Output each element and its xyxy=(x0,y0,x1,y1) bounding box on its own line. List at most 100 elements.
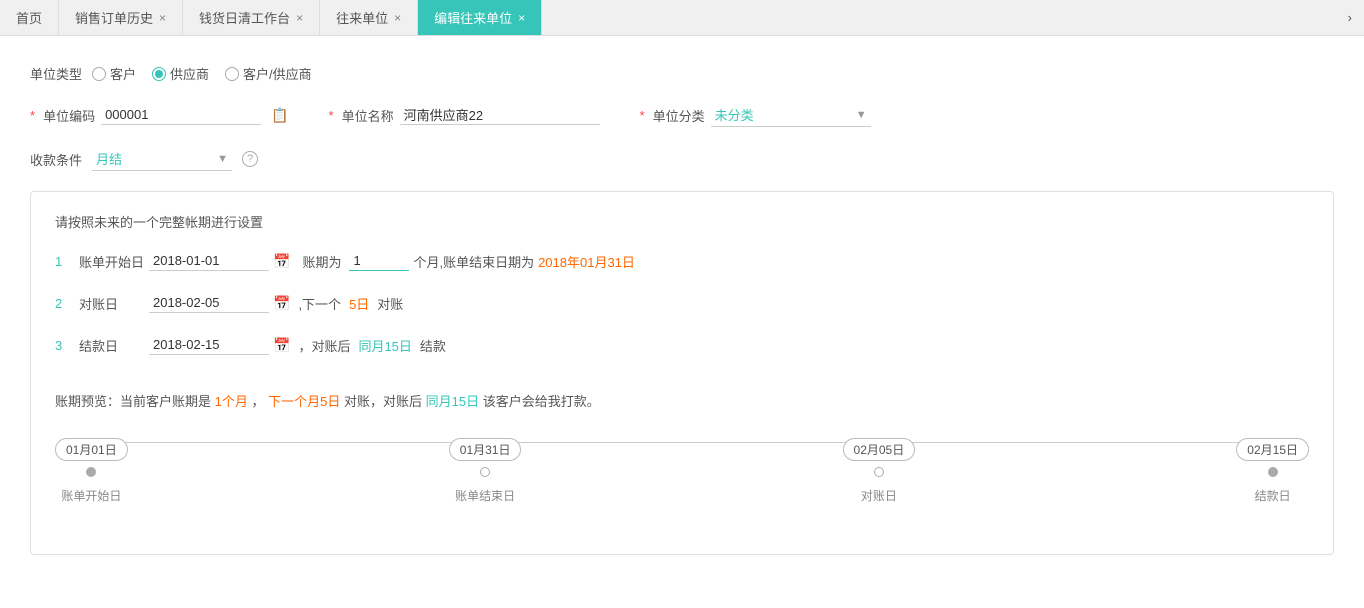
radio-both[interactable]: 客户/供应商 xyxy=(225,64,312,83)
radio-supplier[interactable]: 供应商 xyxy=(152,64,209,83)
period-date-3[interactable] xyxy=(149,335,269,355)
radio-both-circle xyxy=(225,67,239,81)
payment-terms-row: 收款条件 月结 ▼ ? xyxy=(30,147,1334,171)
radio-customer[interactable]: 客户 xyxy=(92,64,136,83)
timeline-badge-1: 01月31日 xyxy=(449,438,522,461)
tab-cashflow-label: 钱货日清工作台 xyxy=(199,8,290,27)
payment-terms-label: 收款条件 xyxy=(30,150,82,169)
period-cal-3[interactable]: 📅 xyxy=(273,337,290,354)
tab-edit-partner-close[interactable]: × xyxy=(518,11,525,25)
radio-supplier-circle xyxy=(152,67,166,81)
timeline-label-3: 结款日 xyxy=(1255,487,1291,504)
timeline-point-0: 01月01日 账单开始日 xyxy=(55,438,128,504)
unit-category-label: 单位分类 xyxy=(653,106,705,125)
unit-category-group: * 单位分类 未分类 ▼ xyxy=(640,103,871,127)
tab-more-button[interactable]: › xyxy=(1336,0,1364,35)
unit-name-input[interactable] xyxy=(400,105,600,125)
period-label-1: 账单开始日 xyxy=(79,252,149,271)
timeline-badge-3: 02月15日 xyxy=(1236,438,1309,461)
tab-sales-history[interactable]: 销售订单历史 × xyxy=(59,0,183,35)
period-suffix-after-1: 个月,账单结束日期为 xyxy=(413,252,534,271)
timeline-badge-0: 01月01日 xyxy=(55,438,128,461)
unit-code-required: * xyxy=(30,108,35,123)
main-content: 单位类型 客户 供应商 客户/供应商 * 单位编码 📋 * 单位名称 xyxy=(0,36,1364,608)
unit-category-dropdown[interactable]: 未分类 ▼ xyxy=(711,103,871,127)
period-months-input[interactable] xyxy=(349,251,409,271)
period-desc-prefix-2: ,下一个 xyxy=(298,294,341,313)
radio-both-label: 客户/供应商 xyxy=(243,64,312,83)
radio-customer-label: 客户 xyxy=(110,64,136,83)
preview-part3: 同月15日 xyxy=(426,394,479,409)
unit-category-arrow: ▼ xyxy=(856,109,867,121)
tab-sales-history-label: 销售订单历史 xyxy=(75,8,153,27)
period-cal-2[interactable]: 📅 xyxy=(273,295,290,312)
period-num-1: 1 xyxy=(55,254,79,269)
tab-partners-close[interactable]: × xyxy=(394,11,401,25)
timeline: 01月01日 账单开始日 01月31日 账单结束日 02月05日 对账日 02月… xyxy=(55,428,1309,534)
payment-terms-help[interactable]: ? xyxy=(242,151,258,167)
unit-category-value: 未分类 xyxy=(715,105,852,124)
timeline-point-2: 02月05日 对账日 xyxy=(843,438,916,504)
tab-edit-partner[interactable]: 编辑往来单位 × xyxy=(418,0,542,35)
tab-home-label: 首页 xyxy=(16,8,42,27)
tab-sales-history-close[interactable]: × xyxy=(159,11,166,25)
unit-code-input[interactable] xyxy=(101,105,261,125)
unit-type-label: 单位类型 xyxy=(30,64,82,83)
period-label-3: 结款日 xyxy=(79,336,149,355)
period-num-3: 3 xyxy=(55,338,79,353)
timeline-dot-3 xyxy=(1268,467,1278,477)
period-date-1[interactable] xyxy=(149,251,269,271)
unit-type-radio-group: 客户 供应商 客户/供应商 xyxy=(92,64,312,83)
tab-cashflow[interactable]: 钱货日清工作台 × xyxy=(183,0,320,35)
preview-prefix: 账期预览：当前客户账期是 xyxy=(55,394,211,409)
payment-terms-arrow: ▼ xyxy=(217,153,228,165)
preview-middle: 对账，对账后 xyxy=(344,394,422,409)
unit-name-label: 单位名称 xyxy=(342,106,394,125)
preview-part2: 下一个月5日 xyxy=(268,394,340,409)
timeline-point-3: 02月15日 结款日 xyxy=(1236,438,1309,504)
period-desc-prefix-3: ，对账后 xyxy=(298,336,350,355)
period-box: 请按照未来的一个完整帐期进行设置 1 账单开始日 📅 账期为 个月,账单结束日期… xyxy=(30,191,1334,555)
timeline-dot-1 xyxy=(480,467,490,477)
preview-comma1: ， xyxy=(252,394,265,409)
chevron-right-icon: › xyxy=(1348,10,1352,25)
period-date-2[interactable] xyxy=(149,293,269,313)
period-suffix-before-1: 账期为 xyxy=(302,252,341,271)
preview-part1: 1个月 xyxy=(215,394,248,409)
timeline-label-1: 账单结束日 xyxy=(455,487,515,504)
unit-name-required: * xyxy=(329,108,334,123)
period-label-2: 对账日 xyxy=(79,294,149,313)
radio-supplier-label: 供应商 xyxy=(170,64,209,83)
tab-home[interactable]: 首页 xyxy=(0,0,59,35)
timeline-label-2: 对账日 xyxy=(861,487,897,504)
payment-terms-value: 月结 xyxy=(96,149,213,168)
unit-fields-row: * 单位编码 📋 * 单位名称 * 单位分类 未分类 ▼ xyxy=(30,103,1334,127)
timeline-points: 01月01日 账单开始日 01月31日 账单结束日 02月05日 对账日 02月… xyxy=(55,438,1309,504)
period-row-1: 1 账单开始日 📅 账期为 个月,账单结束日期为 2018年01月31日 xyxy=(55,251,1309,271)
period-desc-highlight-2: 5日 xyxy=(349,294,369,313)
tab-partners[interactable]: 往来单位 × xyxy=(320,0,418,35)
payment-terms-dropdown[interactable]: 月结 ▼ xyxy=(92,147,232,171)
period-row-2: 2 对账日 📅 ,下一个 5日 对账 xyxy=(55,293,1309,313)
tab-edit-partner-label: 编辑往来单位 xyxy=(434,8,512,27)
period-num-2: 2 xyxy=(55,296,79,311)
unit-code-group: * 单位编码 📋 xyxy=(30,105,289,125)
timeline-dot-2 xyxy=(874,467,884,477)
unit-type-row: 单位类型 客户 供应商 客户/供应商 xyxy=(30,64,1334,83)
unit-code-icon[interactable]: 📋 xyxy=(271,107,288,124)
tab-partners-label: 往来单位 xyxy=(336,8,388,27)
period-highlight-date-1: 2018年01月31日 xyxy=(538,252,635,271)
period-cal-1[interactable]: 📅 xyxy=(273,253,290,270)
preview-text: 账期预览：当前客户账期是 1个月 ， 下一个月5日 对账，对账后 同月15日 该… xyxy=(55,377,1309,428)
timeline-point-1: 01月31日 账单结束日 xyxy=(449,438,522,504)
timeline-label-0: 账单开始日 xyxy=(61,487,121,504)
period-desc-suffix-2: 对账 xyxy=(377,294,403,313)
timeline-dot-0 xyxy=(86,467,96,477)
unit-category-required: * xyxy=(640,108,645,123)
period-row-3: 3 结款日 📅 ，对账后 同月15日 结款 xyxy=(55,335,1309,355)
period-desc-suffix-3: 结款 xyxy=(420,336,446,355)
period-instruction: 请按照未来的一个完整帐期进行设置 xyxy=(55,212,1309,231)
tab-cashflow-close[interactable]: × xyxy=(296,11,303,25)
tab-bar: 首页 销售订单历史 × 钱货日清工作台 × 往来单位 × 编辑往来单位 × › xyxy=(0,0,1364,36)
radio-customer-circle xyxy=(92,67,106,81)
